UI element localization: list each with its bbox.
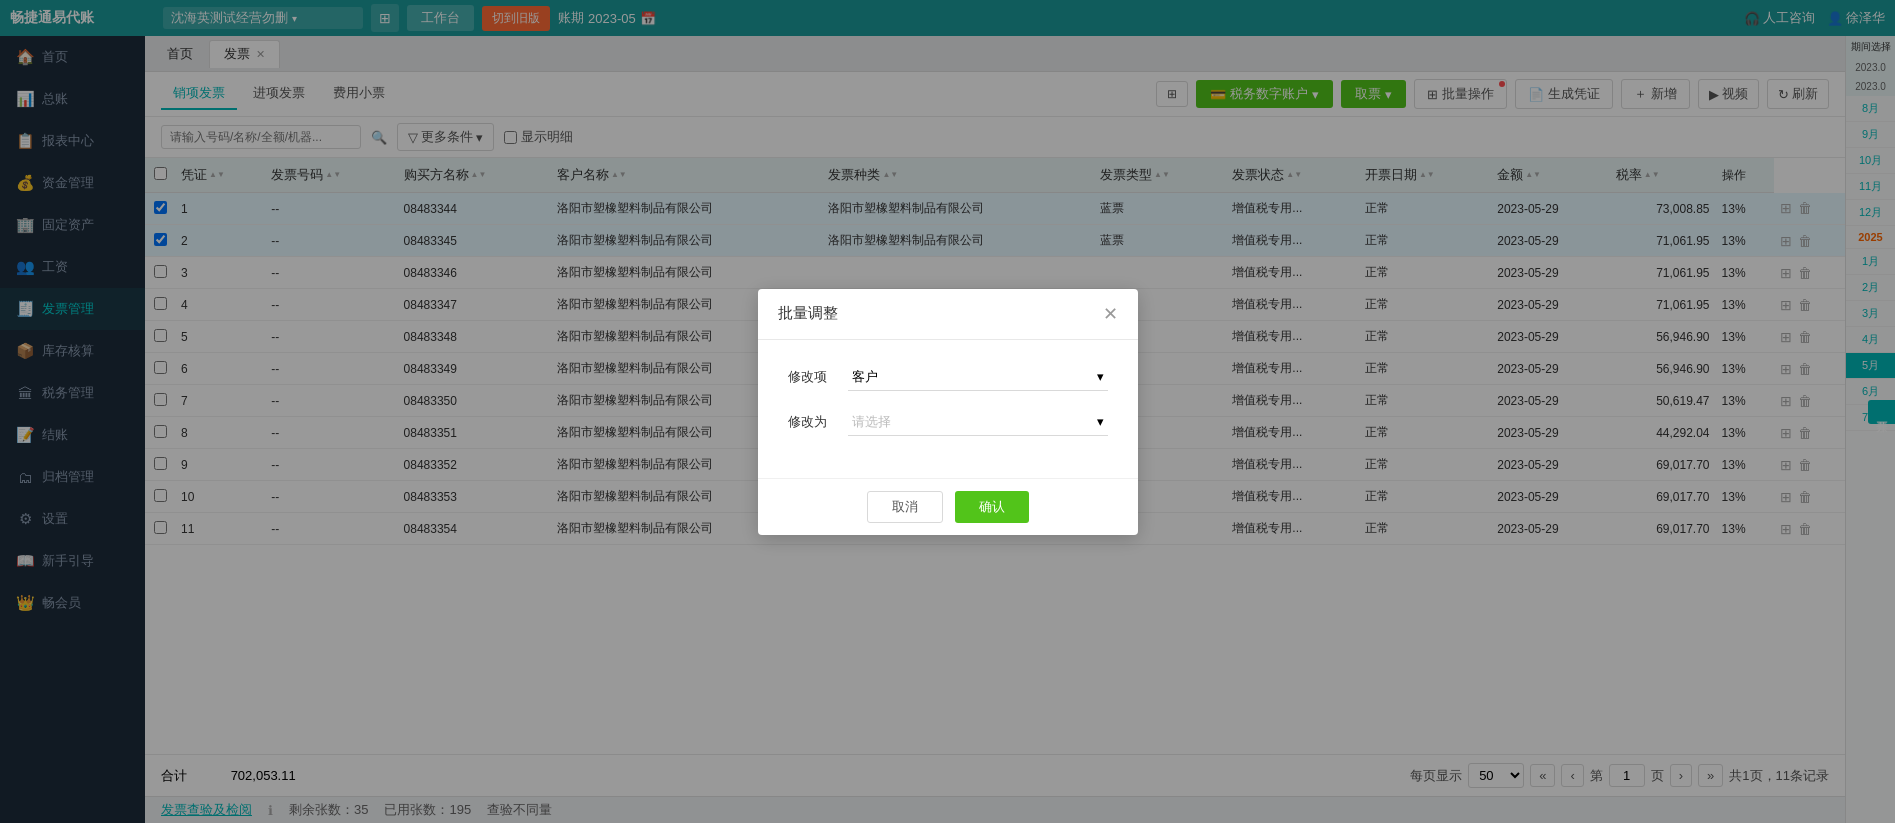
modify-field-dropdown-icon: ▾ [1097,369,1104,384]
modal-overlay: 批量调整 ✕ 修改项 客户 ▾ 修改为 请选择 ▾ 取消 确认 [0,0,1895,823]
modal-close-btn[interactable]: ✕ [1103,303,1118,325]
modify-field-row: 修改项 客户 ▾ [788,364,1108,391]
modify-to-label: 修改为 [788,413,848,431]
modify-to-row: 修改为 请选择 ▾ [788,409,1108,436]
modal-title: 批量调整 [778,304,838,323]
batch-adjust-modal: 批量调整 ✕ 修改项 客户 ▾ 修改为 请选择 ▾ 取消 确认 [758,289,1138,535]
modal-confirm-btn[interactable]: 确认 [955,491,1029,523]
modify-to-placeholder: 请选择 [852,413,891,431]
modify-field-select[interactable]: 客户 ▾ [848,364,1108,391]
modify-to-select[interactable]: 请选择 ▾ [848,409,1108,436]
modal-cancel-btn[interactable]: 取消 [867,491,943,523]
modify-field-value: 客户 [852,368,878,386]
modify-field-label: 修改项 [788,368,848,386]
modal-footer: 取消 确认 [758,478,1138,535]
modify-to-dropdown-icon: ▾ [1097,414,1104,429]
modal-body: 修改项 客户 ▾ 修改为 请选择 ▾ [758,340,1138,478]
modal-header: 批量调整 ✕ [758,289,1138,340]
